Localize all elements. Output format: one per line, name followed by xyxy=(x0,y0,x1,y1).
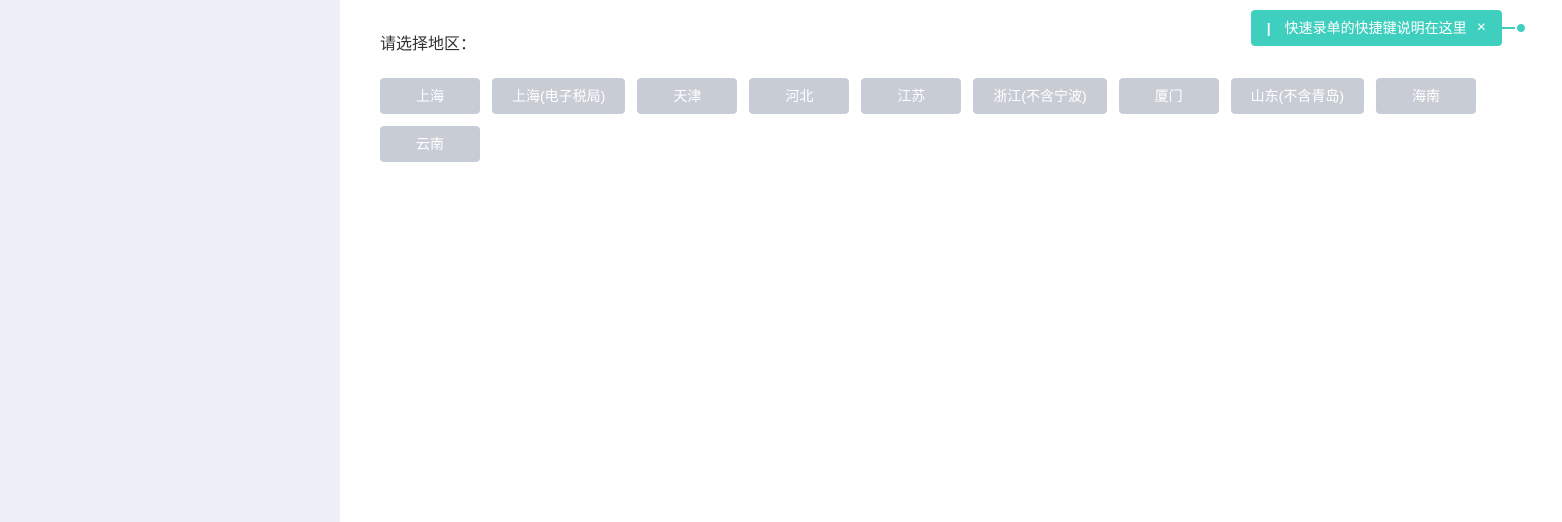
region-btn-shandong[interactable]: 山东(不含青岛) xyxy=(1231,78,1364,114)
region-btn-tianjin[interactable]: 天津 xyxy=(637,78,737,114)
region-buttons: 上海上海(电子税局) 天津河北江苏浙江(不含宁波) 厦门山东(不含青岛) 海南云南 xyxy=(380,78,1522,162)
tooltip-text: 快速录单的快捷键说明在这里 xyxy=(1285,18,1467,38)
left-sidebar xyxy=(0,0,340,522)
region-btn-xiamen[interactable]: 厦门 xyxy=(1119,78,1219,114)
main-content: 请选择地区： 上海上海(电子税局)天津河北江苏浙江(不含宁波)厦门山东(不含青岛… xyxy=(340,0,1562,522)
region-btn-jiangsu[interactable]: 江苏 xyxy=(861,78,961,114)
region-btn-yunnan[interactable]: 云南 xyxy=(380,126,480,162)
tooltip-close-button[interactable]: × xyxy=(1477,20,1486,36)
region-btn-shanghai-etax[interactable]: 上海(电子税局) xyxy=(492,78,625,114)
dot-line-decoration xyxy=(1495,27,1515,29)
region-btn-hebei[interactable]: 河北 xyxy=(749,78,849,114)
region-btn-zhejiang[interactable]: 浙江(不含宁波) xyxy=(973,78,1106,114)
dot-indicator xyxy=(1515,22,1527,34)
region-btn-hainan[interactable]: 海南 xyxy=(1376,78,1476,114)
region-btn-shanghai[interactable]: 上海 xyxy=(380,78,480,114)
tooltip-banner: 快速录单的快捷键说明在这里 × xyxy=(1251,10,1502,46)
